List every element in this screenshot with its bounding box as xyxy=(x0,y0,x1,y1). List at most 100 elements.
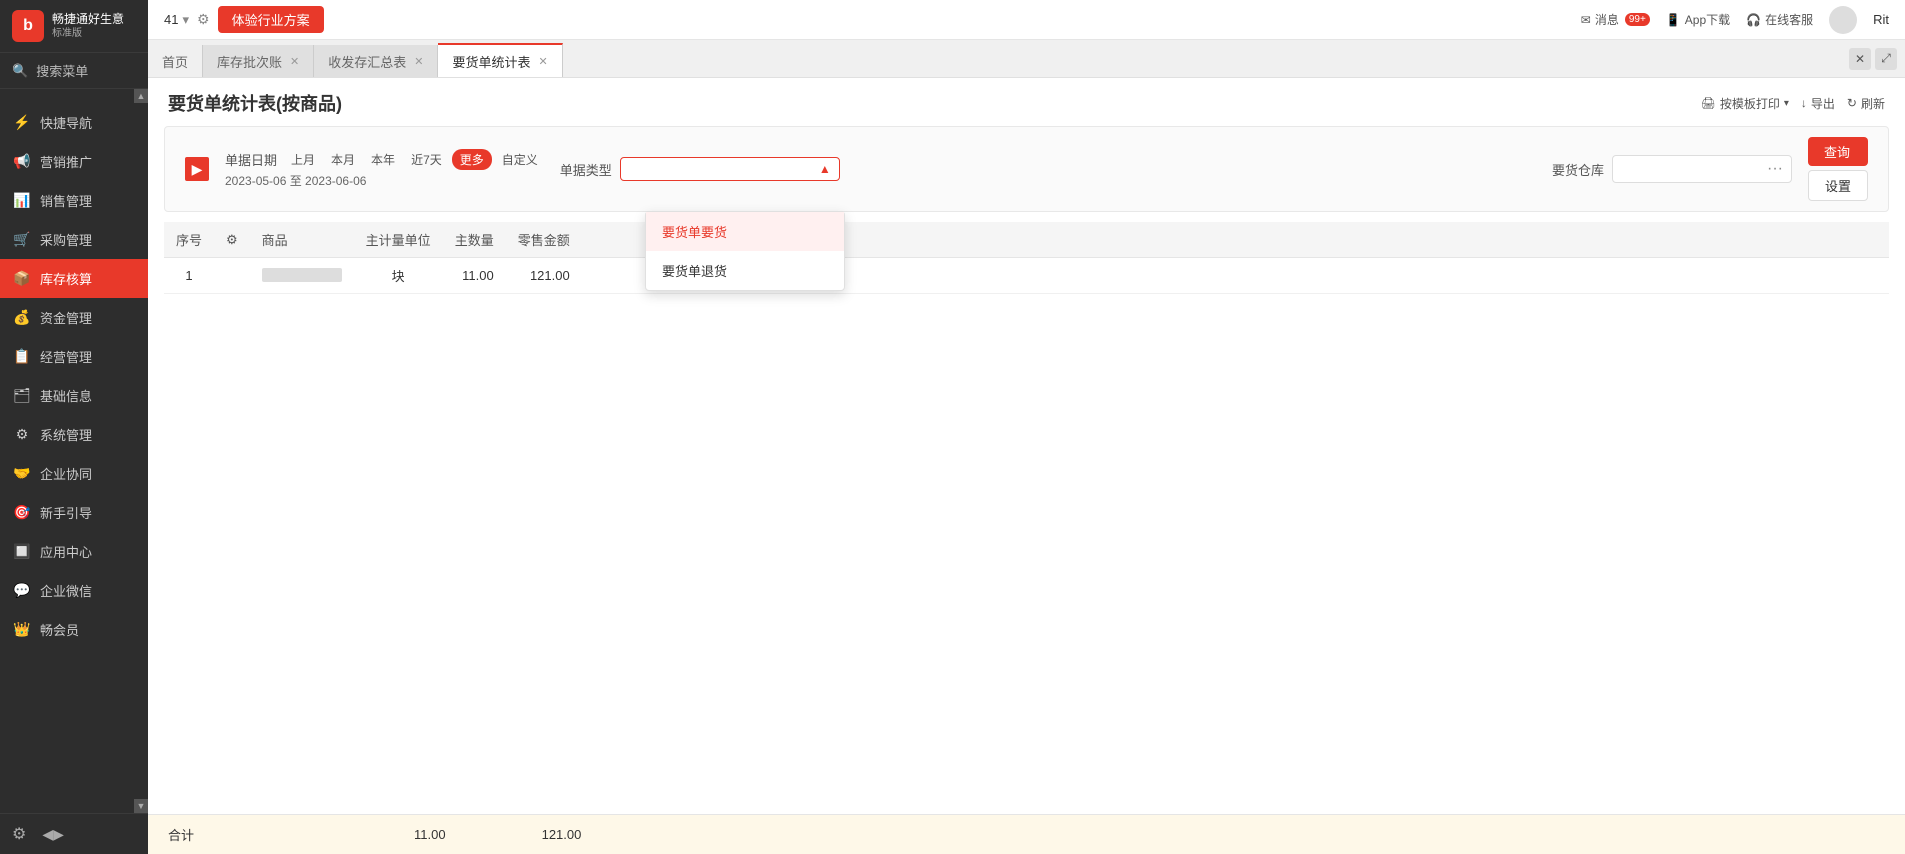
topbar-gear-btn[interactable]: ⚙ xyxy=(197,11,210,28)
sidebar-settings-btn[interactable]: ⚙ xyxy=(12,824,26,844)
tab-order-summary-label: 要货单统计表 xyxy=(452,52,530,71)
guide-icon: 🎯 xyxy=(12,504,32,521)
filter-type-group: 单据类型 ▲ xyxy=(560,157,1536,181)
search-icon: 🔍 xyxy=(12,63,28,79)
sidebar-item-label: 新手引导 xyxy=(40,503,92,522)
type-label: 单据类型 xyxy=(560,160,612,179)
tab-order-summary[interactable]: 要货单统计表 ✕ xyxy=(438,43,562,77)
sidebar-scroll-up[interactable]: ▲ xyxy=(134,89,148,103)
export-btn[interactable]: ↓ 导出 xyxy=(1801,95,1835,112)
tab-inventory-batch-label: 库存批次账 xyxy=(217,52,282,71)
search-menu[interactable]: 🔍 搜索菜单 xyxy=(0,53,148,89)
sidebar-item-guide[interactable]: 🎯 新手引导 xyxy=(0,493,148,532)
dropdown-item-order-goods[interactable]: 要货单要货 xyxy=(646,212,844,251)
sidebar-item-enterprise[interactable]: 🤝 企业协同 xyxy=(0,454,148,493)
print-btn[interactable]: 🖨 按模板打印 ▾ xyxy=(1701,95,1789,112)
date-btn-this-month[interactable]: 本月 xyxy=(325,149,361,170)
refresh-btn[interactable]: ↻ 刷新 xyxy=(1847,95,1885,112)
logo-icon: b xyxy=(12,10,44,42)
tab-receive-summary-close[interactable]: ✕ xyxy=(414,55,423,68)
sidebar-scroll-down[interactable]: ▼ xyxy=(134,799,148,813)
page-content: 要货单统计表(按商品) 🖨 按模板打印 ▾ ↓ 导出 ↻ 刷新 ▶ xyxy=(148,78,1905,854)
sidebar-item-purchase[interactable]: 🛒 采购管理 xyxy=(0,220,148,259)
tab-receive-summary-label: 收发存汇总表 xyxy=(328,52,406,71)
tab-close-all-btn[interactable]: ✕ xyxy=(1849,48,1871,70)
app-label: App下载 xyxy=(1685,11,1730,28)
operations-icon: 📋 xyxy=(12,348,32,365)
footer-label: 合计 xyxy=(168,825,194,844)
sidebar-item-label: 库存核算 xyxy=(40,269,92,288)
logo-sub: 标准版 xyxy=(52,27,124,40)
date-btn-custom[interactable]: 自定义 xyxy=(496,149,544,170)
sidebar-item-base[interactable]: 🗂 基础信息 xyxy=(0,376,148,415)
date-btn-this-year[interactable]: 本年 xyxy=(365,149,401,170)
topbar-store[interactable]: 41 ▾ xyxy=(164,12,189,28)
sidebar-item-quick-nav[interactable]: ⚡ 快捷导航 xyxy=(0,103,148,142)
tab-inventory-batch-close[interactable]: ✕ xyxy=(290,55,299,68)
sidebar-item-finance[interactable]: 💰 资金管理 xyxy=(0,298,148,337)
logo-name: 畅捷通好生意 xyxy=(52,12,124,28)
message-badge: 99+ xyxy=(1625,13,1650,26)
warehouse-more-icon[interactable]: ··· xyxy=(1767,160,1783,178)
topbar-right: ✉ 消息 99+ 📱 App下载 🎧 在线客服 Rit xyxy=(1581,6,1889,34)
col-header-product: 商品 xyxy=(250,222,354,258)
type-chevron-up-icon: ▲ xyxy=(819,162,831,176)
user-name: Rit xyxy=(1873,12,1889,27)
sidebar-item-sales[interactable]: 📊 销售管理 xyxy=(0,181,148,220)
sidebar-item-inventory[interactable]: 📦 库存核算 xyxy=(0,259,148,298)
topbar-app-btn[interactable]: 📱 App下载 xyxy=(1666,11,1730,28)
tab-inventory-batch[interactable]: 库存批次账 ✕ xyxy=(203,45,314,77)
service-label: 在线客服 xyxy=(1765,11,1813,28)
date-btn-more[interactable]: 更多 xyxy=(452,149,492,170)
sidebar-item-marketing[interactable]: 📢 营销推广 xyxy=(0,142,148,181)
dropdown-item-order-return[interactable]: 要货单退货 xyxy=(646,251,844,290)
sidebar-item-operations[interactable]: 📋 经营管理 xyxy=(0,337,148,376)
page-header: 要货单统计表(按商品) 🖨 按模板打印 ▾ ↓ 导出 ↻ 刷新 xyxy=(148,78,1905,116)
warehouse-label: 要货仓库 xyxy=(1552,160,1604,179)
topbar-message-btn[interactable]: ✉ 消息 99+ xyxy=(1581,11,1650,28)
enterprise-icon: 🤝 xyxy=(12,465,32,482)
query-button[interactable]: 查询 xyxy=(1808,137,1868,166)
table-settings-icon[interactable]: ⚙ xyxy=(226,232,238,247)
trial-btn[interactable]: 体验行业方案 xyxy=(218,6,324,33)
sidebar-bottom: ⚙ ◀▶ xyxy=(0,813,148,854)
inventory-icon: 📦 xyxy=(12,270,32,287)
sidebar-item-corp-wx[interactable]: 💬 企业微信 xyxy=(0,571,148,610)
message-icon: ✉ xyxy=(1581,13,1591,27)
topbar-service-btn[interactable]: 🎧 在线客服 xyxy=(1746,11,1813,28)
filter-right-btns: 查询 设置 xyxy=(1808,137,1868,201)
sidebar: b 畅捷通好生意 标准版 🔍 搜索菜单 ▲ ⚡ 快捷导航 📢 营销推广 📊 销售… xyxy=(0,0,148,854)
dropdown-item-label: 要货单退货 xyxy=(662,264,727,279)
data-table: 序号 ⚙ 商品 主计量单位 主数量 零售金额 1 xyxy=(164,222,1889,294)
cell-product xyxy=(250,258,354,294)
print-chevron-icon: ▾ xyxy=(1784,98,1789,109)
col-header-settings[interactable]: ⚙ xyxy=(214,222,250,258)
page-title: 要货单统计表(按商品) xyxy=(168,90,342,116)
sidebar-collapse-btn[interactable]: ◀▶ xyxy=(42,826,64,843)
col-header-seq: 序号 xyxy=(164,222,214,258)
export-icon: ↓ xyxy=(1801,96,1807,110)
tab-receive-summary[interactable]: 收发存汇总表 ✕ xyxy=(314,45,438,77)
col-header-unit: 主计量单位 xyxy=(354,222,443,258)
date-btn-last-month[interactable]: 上月 xyxy=(285,149,321,170)
tab-home[interactable]: 首页 xyxy=(148,45,203,77)
date-btn-7days[interactable]: 近7天 xyxy=(405,149,448,170)
sidebar-item-label: 应用中心 xyxy=(40,542,92,561)
filter-expand-btn[interactable]: ▶ xyxy=(185,157,209,181)
tab-expand-btn[interactable]: ⤢ xyxy=(1875,48,1897,70)
finance-icon: 💰 xyxy=(12,309,32,326)
print-label: 按模板打印 xyxy=(1720,95,1780,112)
tab-order-summary-close[interactable]: ✕ xyxy=(539,55,548,68)
sidebar-item-members[interactable]: 👑 畅会员 xyxy=(0,610,148,649)
sidebar-item-label: 经营管理 xyxy=(40,347,92,366)
tabbar: 首页 库存批次账 ✕ 收发存汇总表 ✕ 要货单统计表 ✕ ✕ ⤢ xyxy=(148,40,1905,78)
marketing-icon: 📢 xyxy=(12,153,32,170)
system-icon: ⚙ xyxy=(12,426,32,443)
sidebar-item-app-center[interactable]: 🔲 应用中心 xyxy=(0,532,148,571)
user-avatar[interactable] xyxy=(1829,6,1857,34)
filter-type-select[interactable]: ▲ xyxy=(620,157,840,181)
topbar-left: 41 ▾ ⚙ 体验行业方案 xyxy=(164,6,1569,33)
sidebar-item-system[interactable]: ⚙ 系统管理 xyxy=(0,415,148,454)
filter-date-group: 单据日期 上月 本月 本年 近7天 更多 自定义 2023-05-06 至 20… xyxy=(225,149,544,189)
set-button[interactable]: 设置 xyxy=(1808,170,1868,201)
